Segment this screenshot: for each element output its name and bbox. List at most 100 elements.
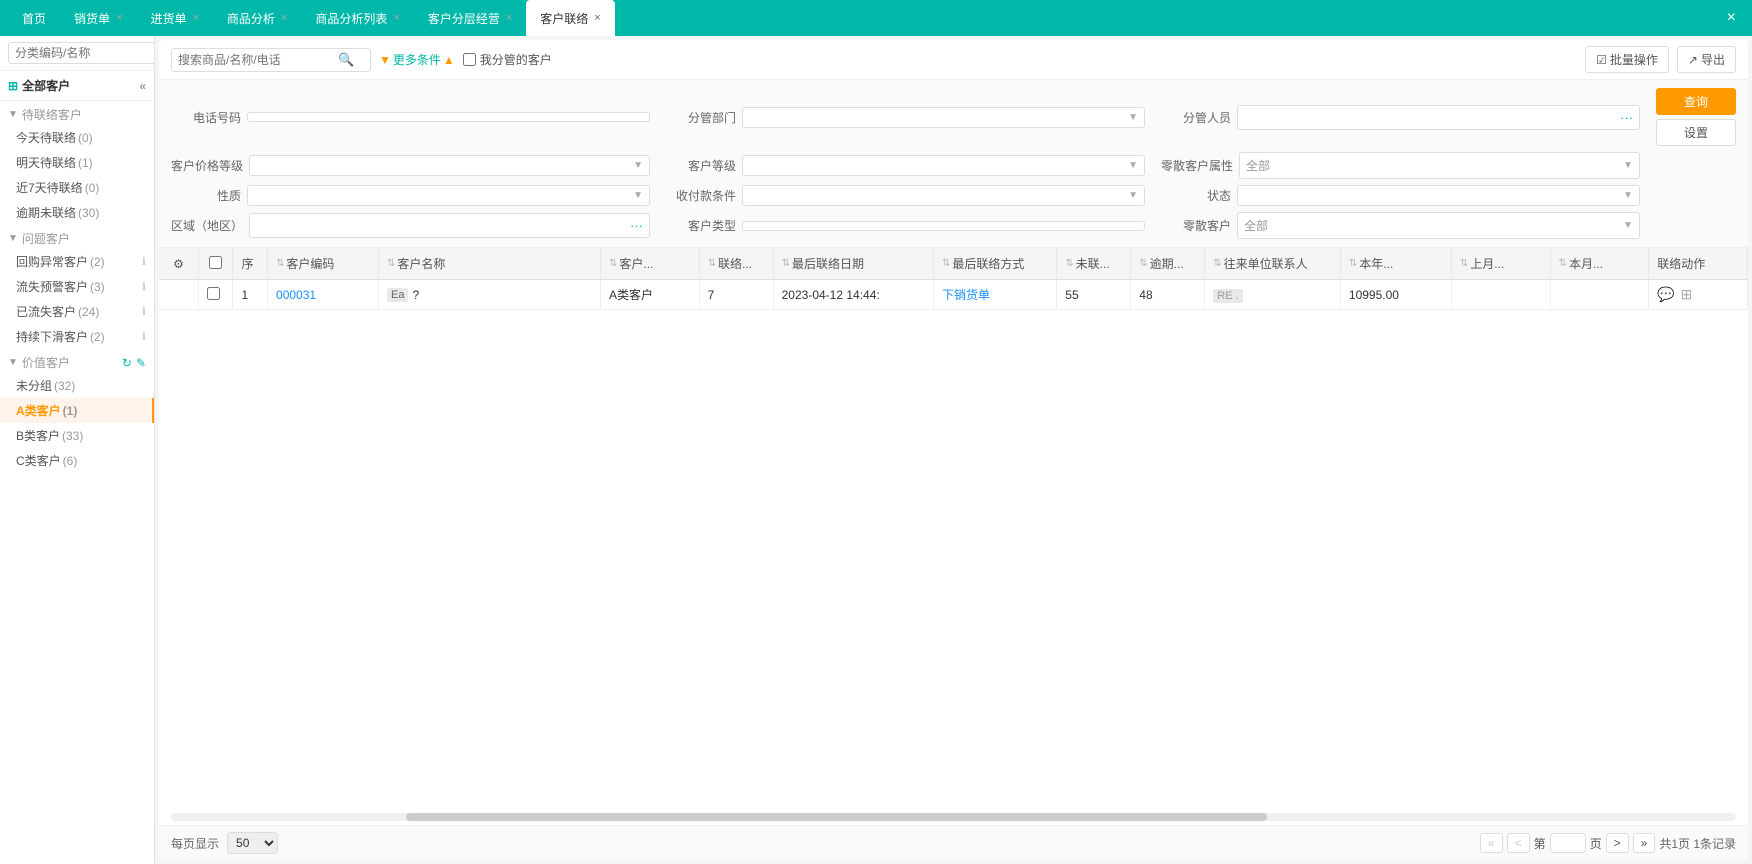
sidebar-item-c-class[interactable]: C类客户 (6) (0, 448, 154, 473)
sidebar-item-churned[interactable]: 已流失客户 (24) ℹ (0, 299, 154, 324)
qr-icon[interactable]: ⊞ (1681, 286, 1693, 303)
filter-dept-dropdown[interactable]: ▼ (742, 107, 1145, 128)
td-check[interactable] (198, 280, 233, 310)
nav-sales[interactable]: 销货单 × (60, 0, 136, 36)
collapse-sidebar-icon[interactable]: « (139, 79, 146, 93)
close-all-tabs-icon[interactable]: × (1719, 9, 1744, 27)
th-this-year[interactable]: ⇅ 本年... (1340, 248, 1451, 280)
filter-price-level-dropdown[interactable]: ▼ (249, 155, 650, 176)
close-product-analysis-icon[interactable]: × (281, 12, 287, 24)
nav-purchase[interactable]: 进货单 × (136, 0, 212, 36)
my-customers-filter[interactable]: 我分管的客户 (463, 51, 552, 68)
select-all-checkbox[interactable] (209, 256, 222, 269)
th-overdue[interactable]: ⇅ 逾期... (1131, 248, 1205, 280)
more-person-icon[interactable]: ··· (1620, 110, 1633, 125)
sidebar-item-declining[interactable]: 持续下滑客户 (2) ℹ (0, 324, 154, 349)
sidebar-item-ungroup[interactable]: 未分组 (32) (0, 373, 154, 398)
th-check[interactable] (198, 248, 233, 280)
sidebar-item-today[interactable]: 今天待联络 (0) (0, 125, 154, 150)
filter-search-input[interactable] (178, 53, 338, 67)
td-last-method[interactable]: 下销货单 (933, 280, 1056, 310)
prev-page-button[interactable]: « (1480, 833, 1503, 853)
close-product-list-icon[interactable]: × (393, 12, 399, 24)
sidebar-search-input[interactable] (8, 42, 155, 64)
filter-customer-type-label: 客户类型 (666, 217, 736, 234)
prev-page-step-button[interactable]: < (1507, 833, 1530, 853)
info-icon-churned: ℹ (142, 305, 146, 318)
th-action: 联络动作 (1649, 248, 1748, 280)
sidebar-item-overdue[interactable]: 逾期未联络 (30) (0, 200, 154, 225)
th-gear[interactable]: ⚙ (159, 248, 198, 280)
sidebar-item-7days[interactable]: 近7天待联络 (0) (0, 175, 154, 200)
th-last-date[interactable]: ⇅ 最后联络日期 (773, 248, 933, 280)
td-action: 💬 ⊞ (1649, 280, 1748, 310)
filter-region-input[interactable]: ··· (249, 213, 650, 238)
td-uncontact: 55 (1057, 280, 1131, 310)
dropdown-dept-icon: ▼ (1128, 112, 1138, 123)
filter-status-dropdown[interactable]: ▼ (1237, 185, 1640, 206)
sidebar-all-customers[interactable]: ⊞ 全部客户 « (0, 71, 154, 101)
settings-button[interactable]: 设置 (1656, 119, 1736, 146)
sidebar-item-abnormal[interactable]: 回购异常客户 (2) ℹ (0, 249, 154, 274)
filter-nature-dropdown[interactable]: ▼ (247, 185, 650, 206)
filter-retail: 零散客户 全部 ▼ (1161, 212, 1640, 239)
filter-phone-input[interactable] (247, 112, 650, 122)
filter-customer-level-dropdown[interactable]: ▼ (742, 155, 1145, 176)
nav-customer-contact[interactable]: 客户联络 × (526, 0, 614, 36)
close-customer-contact-icon[interactable]: × (594, 12, 600, 24)
chat-icon[interactable]: 💬 (1657, 286, 1674, 303)
nav-customer-tier[interactable]: 客户分层经营 × (414, 0, 526, 36)
sidebar-item-churn-warning[interactable]: 流失预警客户 (3) ℹ (0, 274, 154, 299)
more-conditions-btn[interactable]: ▼ 更多条件 ▲ (379, 51, 455, 68)
export-button[interactable]: ↗ 导出 (1677, 46, 1736, 73)
th-contact2[interactable]: ⇅ 往来单位联系人 (1205, 248, 1341, 280)
page-input[interactable]: 1 (1550, 833, 1586, 853)
sidebar-item-tomorrow[interactable]: 明天待联络 (1) (0, 150, 154, 175)
last-method-link[interactable]: 下销货单 (942, 288, 990, 302)
nav-home[interactable]: 首页 (8, 0, 60, 36)
filter-retail-dropdown[interactable]: 全部 ▼ (1237, 212, 1640, 239)
td-code[interactable]: 000031 (268, 280, 379, 310)
sort-contact2-icon: ⇅ (1213, 258, 1221, 269)
sort-this-month-icon: ⇅ (1559, 258, 1567, 269)
nav-product-list[interactable]: 商品分析列表 × (301, 0, 413, 36)
contact2-tag: RE . (1213, 289, 1242, 303)
close-sales-icon[interactable]: × (116, 12, 122, 24)
per-page-select[interactable]: 50 100 200 (227, 832, 278, 854)
query-button[interactable]: 查询 (1656, 88, 1736, 115)
th-name[interactable]: ⇅ 客户名称 (379, 248, 601, 280)
filter-region-label: 区域（地区） (171, 217, 243, 234)
customer-name-text: ? (412, 288, 419, 302)
filter-retail-attr-dropdown[interactable]: 全部 ▼ (1239, 152, 1640, 179)
close-purchase-icon[interactable]: × (192, 12, 198, 24)
th-uncontact[interactable]: ⇅ 未联... (1057, 248, 1131, 280)
sidebar-item-b-class[interactable]: B类客户 (33) (0, 423, 154, 448)
scrollbar-thumb[interactable] (406, 813, 1267, 821)
th-contact-count[interactable]: ⇅ 联络... (699, 248, 773, 280)
batch-op-button[interactable]: ☑ 批量操作 (1585, 46, 1669, 73)
th-code[interactable]: ⇅ 客户编码 (268, 248, 379, 280)
edit-value-icon[interactable]: ✎ (136, 356, 146, 370)
filter-phone-label: 电话号码 (171, 109, 241, 126)
next-page-step-button[interactable]: > (1606, 833, 1629, 853)
nav-product-analysis[interactable]: 商品分析 × (213, 0, 301, 36)
th-type[interactable]: ⇅ 客户... (600, 248, 699, 280)
filter-payment-label: 收付款条件 (666, 187, 736, 204)
horizontal-scrollbar[interactable] (171, 813, 1736, 821)
more-region-icon[interactable]: ··· (630, 218, 643, 233)
th-this-month[interactable]: ⇅ 本月... (1550, 248, 1649, 280)
close-customer-tier-icon[interactable]: × (506, 12, 512, 24)
refresh-value-icon[interactable]: ↻ (122, 356, 132, 370)
filter-payment-dropdown[interactable]: ▼ (742, 185, 1145, 206)
my-customers-checkbox[interactable] (463, 53, 476, 66)
filter-customer-type-input[interactable] (742, 221, 1145, 231)
row-checkbox[interactable] (207, 287, 220, 300)
sort-last-month-icon: ⇅ (1460, 258, 1468, 269)
next-page-button[interactable]: » (1633, 833, 1656, 853)
filter-person-input[interactable]: ··· (1237, 105, 1640, 130)
th-last-method[interactable]: ⇅ 最后联络方式 (933, 248, 1056, 280)
th-last-month[interactable]: ⇅ 上月... (1451, 248, 1550, 280)
sidebar-item-a-class[interactable]: A类客户 (1) (0, 398, 154, 423)
gear-icon[interactable]: ⚙ (173, 257, 184, 271)
filter-search-icon[interactable]: 🔍 (338, 52, 354, 68)
